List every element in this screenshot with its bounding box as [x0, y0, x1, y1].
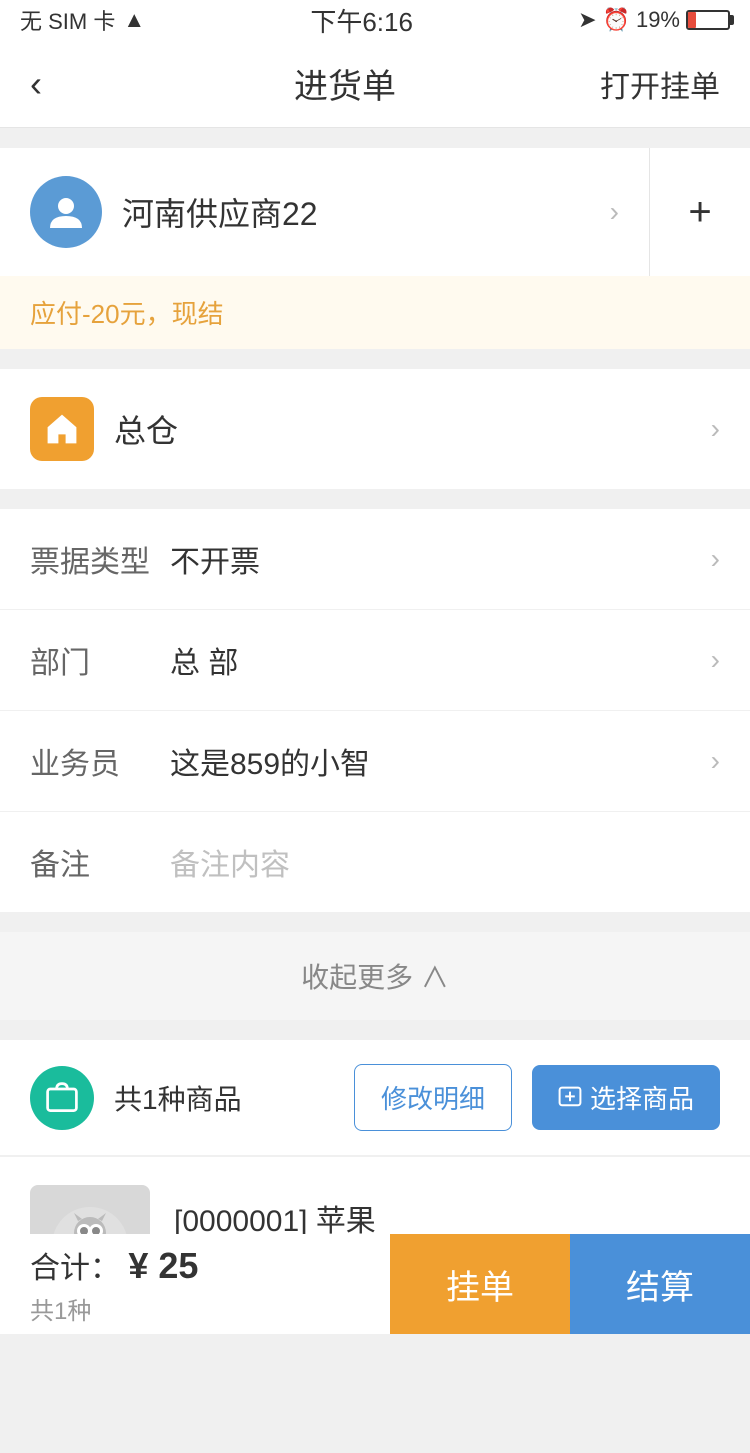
salesman-label: 业务员 — [30, 739, 170, 783]
battery-icon — [686, 10, 730, 30]
remark-label: 备注 — [30, 840, 170, 884]
battery-percent: 19% — [636, 7, 680, 33]
invoice-row[interactable]: 票据类型 不开票 › — [0, 509, 750, 610]
person-icon — [46, 192, 86, 232]
nav-bar: ‹ 进货单 打开挂单 — [0, 40, 750, 128]
total-sub: 共1种 — [30, 1291, 360, 1326]
carrier-text: 无 SIM 卡 — [20, 4, 115, 36]
invoice-chevron: › — [711, 543, 720, 575]
department-label: 部门 — [30, 638, 170, 682]
status-bar: 无 SIM 卡 ▲ 下午6:16 ➤ ⏰ 19% — [0, 0, 750, 40]
department-value: 总 部 — [170, 638, 711, 682]
house-icon — [44, 411, 80, 447]
remark-row[interactable]: 备注 备注内容 — [0, 812, 750, 912]
status-time: 下午6:16 — [310, 2, 413, 39]
supplier-chevron: › — [610, 196, 619, 228]
location-icon: ➤ — [578, 7, 596, 33]
cart-icon — [44, 1080, 80, 1116]
products-header: 共1种商品 修改明细 选择商品 — [0, 1040, 750, 1155]
remark-input[interactable]: 备注内容 — [170, 840, 720, 884]
supplier-selector[interactable]: 河南供应商22 › — [0, 148, 650, 276]
warehouse-row[interactable]: 总仓 › — [0, 369, 750, 489]
select-icon — [558, 1086, 582, 1110]
total-label: 合计： — [30, 1252, 120, 1285]
supplier-section: 河南供应商22 › + — [0, 148, 750, 276]
total-row: 合计： ¥ 25 — [30, 1243, 360, 1287]
warehouse-name: 总仓 — [114, 406, 711, 452]
checkout-button[interactable]: 结算 — [570, 1234, 750, 1334]
invoice-value: 不开票 — [170, 537, 711, 581]
status-left: 无 SIM 卡 ▲ — [20, 4, 145, 36]
status-right: ➤ ⏰ 19% — [578, 7, 730, 33]
department-row[interactable]: 部门 总 部 › — [0, 610, 750, 711]
pending-button[interactable]: 挂单 — [390, 1234, 570, 1334]
wifi-icon: ▲ — [123, 7, 145, 33]
alert-banner: 应付-20元，现结 — [0, 276, 750, 349]
edit-details-button[interactable]: 修改明细 — [354, 1064, 512, 1131]
open-pending-button[interactable]: 打开挂单 — [600, 62, 720, 106]
page-title: 进货单 — [294, 59, 396, 108]
footer: 合计： ¥ 25 共1种 挂单 结算 — [0, 1234, 750, 1334]
add-supplier-button[interactable]: + — [650, 148, 750, 276]
salesman-chevron: › — [711, 745, 720, 777]
collapse-button[interactable]: 收起更多 ∧ — [0, 932, 750, 1020]
warehouse-chevron: › — [711, 413, 720, 445]
department-chevron: › — [711, 644, 720, 676]
total-amount: ¥ 25 — [128, 1245, 198, 1286]
products-icon — [30, 1066, 94, 1130]
warehouse-section: 总仓 › — [0, 369, 750, 489]
select-product-label: 选择商品 — [590, 1079, 694, 1116]
form-section: 票据类型 不开票 › 部门 总 部 › 业务员 这是859的小智 › 备注 备注… — [0, 509, 750, 912]
products-count: 共1种商品 — [114, 1078, 334, 1118]
supplier-avatar — [30, 176, 102, 248]
salesman-row[interactable]: 业务员 这是859的小智 › — [0, 711, 750, 812]
select-product-button[interactable]: 选择商品 — [532, 1065, 720, 1130]
supplier-name: 河南供应商22 — [122, 189, 610, 235]
warehouse-icon — [30, 397, 94, 461]
back-button[interactable]: ‹ — [30, 63, 90, 105]
footer-total: 合计： ¥ 25 共1种 — [0, 1234, 390, 1334]
invoice-label: 票据类型 — [30, 537, 170, 581]
alarm-icon: ⏰ — [603, 7, 630, 33]
salesman-value: 这是859的小智 — [170, 739, 711, 783]
